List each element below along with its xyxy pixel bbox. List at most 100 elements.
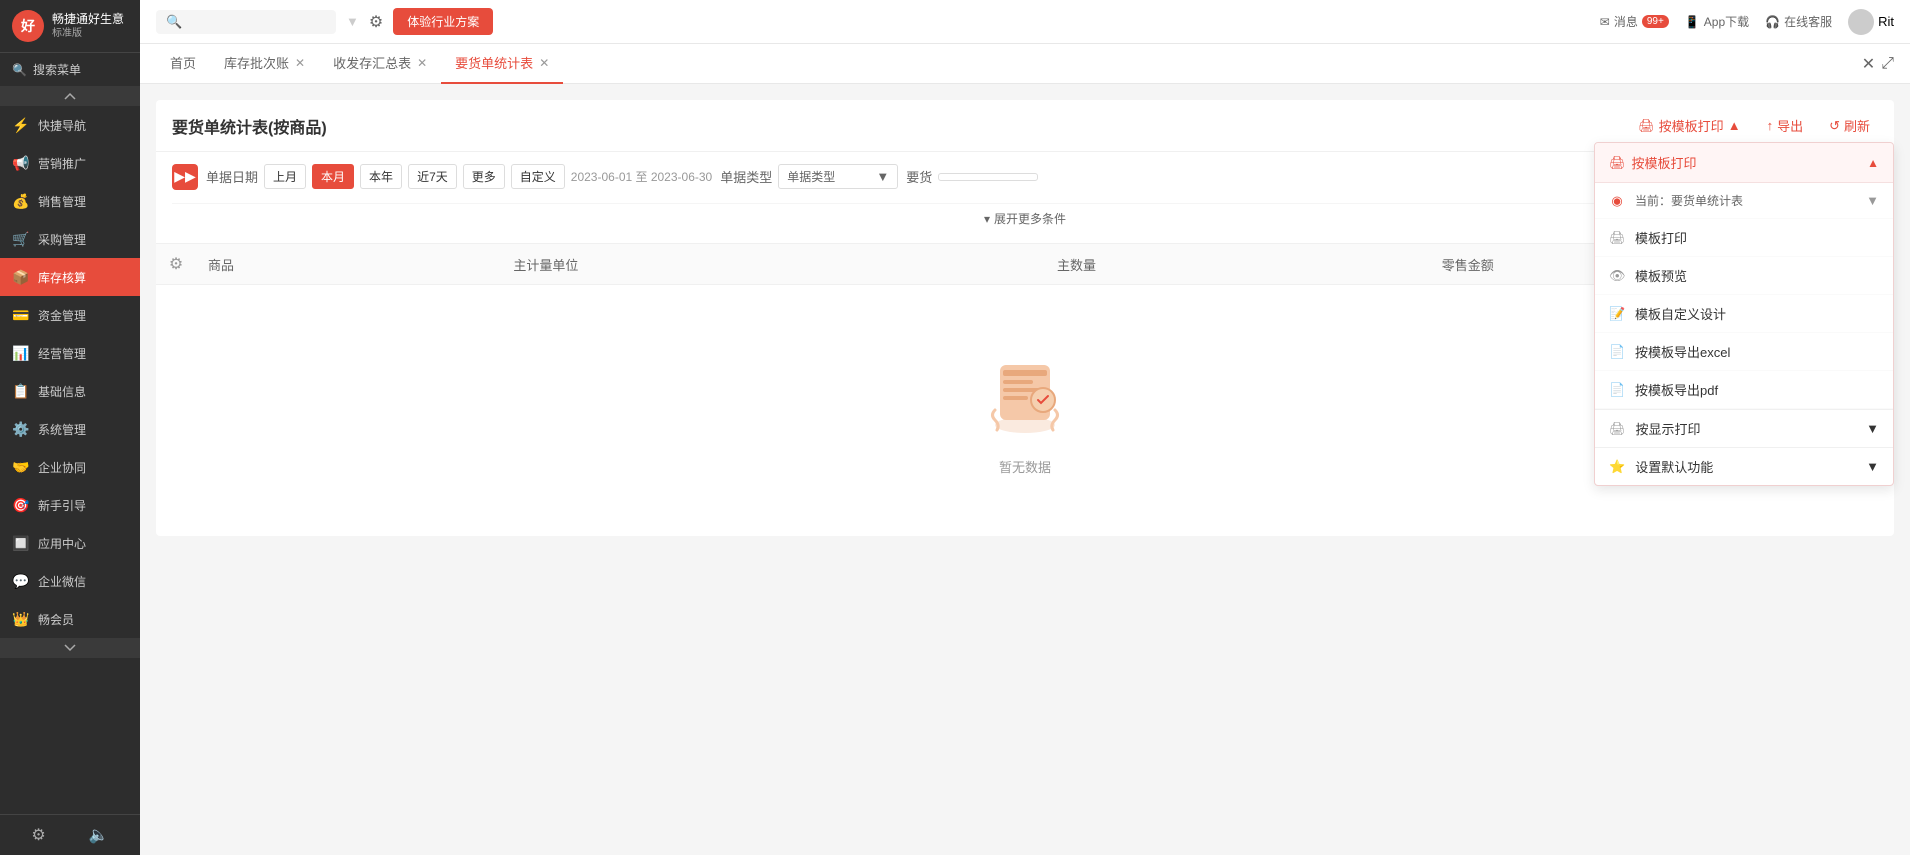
nav-label-system: 系统管理	[38, 421, 86, 438]
sidebar-item-inventory[interactable]: 📦 库存核算	[0, 258, 140, 296]
sidebar-item-app-center[interactable]: 🔲 应用中心	[0, 524, 140, 562]
refresh-icon: ↺	[1829, 118, 1840, 134]
tab-batch-account-close[interactable]: ✕	[295, 56, 305, 70]
sidebar-item-finance[interactable]: 💳 资金管理	[0, 296, 140, 334]
sidebar-item-marketing[interactable]: 📢 营销推广	[0, 144, 140, 182]
main-content: 🔍 ▼ ⚙ 体验行业方案 ✉ 消息 99+ 📱 App下载 🎧 在线客服 Rit	[140, 0, 1910, 855]
nav-label-wechat: 企业微信	[38, 573, 86, 590]
sidebar-item-quick-nav[interactable]: ⚡ 快捷导航	[0, 106, 140, 144]
tab-order-stats[interactable]: 要货单统计表 ✕	[441, 44, 563, 84]
dropdown-item-export-pdf[interactable]: 📄 按模板导出pdf	[1595, 371, 1893, 409]
topbar-right: ✉ 消息 99+ 📱 App下载 🎧 在线客服 Rit	[1600, 9, 1894, 35]
date-this-year-btn[interactable]: 本年	[360, 164, 402, 189]
topbar-search-input[interactable]	[188, 15, 326, 29]
dropdown-item-export-excel[interactable]: 📄 按模板导出excel	[1595, 333, 1893, 371]
dropdown-template-print-icon: 🖨	[1609, 230, 1625, 246]
dropdown-item-template-preview[interactable]: 👁 模板预览	[1595, 257, 1893, 295]
purchase-icon: 🛒	[12, 230, 30, 248]
display-print-chevron: ▼	[1866, 421, 1879, 436]
topbar-gear-icon[interactable]: ⚙	[369, 12, 383, 32]
template-print-btn[interactable]: 🖨 按模板打印 ▲	[1630, 112, 1748, 139]
message-badge: 99+	[1642, 15, 1669, 28]
message-label: 消息	[1614, 13, 1638, 30]
sidebar-item-system[interactable]: ⚙️ 系统管理	[0, 410, 140, 448]
sidebar-scroll-down[interactable]	[0, 638, 140, 658]
date-prev-month-btn[interactable]: 上月	[264, 164, 306, 189]
tab-order-stats-close[interactable]: ✕	[539, 56, 549, 70]
app-version: 标准版	[52, 27, 124, 40]
display-print-label: 按显示打印	[1636, 419, 1701, 438]
dropdown-item-template-print[interactable]: 🖨 模板打印	[1595, 219, 1893, 257]
app-download-btn[interactable]: 📱 App下载	[1685, 13, 1749, 30]
sidebar-nav: ⚡ 快捷导航 📢 营销推广 💰 销售管理 🛒 采购管理 📦 库存核算 💳 资金管…	[0, 86, 140, 814]
dropdown-item-template-design[interactable]: 📝 模板自定义设计	[1595, 295, 1893, 333]
sidebar-item-purchase[interactable]: 🛒 采购管理	[0, 220, 140, 258]
date-7days-btn[interactable]: 近7天	[408, 164, 457, 189]
topbar-search-box[interactable]: 🔍	[156, 10, 336, 34]
tab-batch-account[interactable]: 库存批次账 ✕	[210, 44, 319, 84]
online-service-btn[interactable]: 🎧 在线客服	[1765, 13, 1832, 30]
order-goods-input[interactable]	[938, 173, 1038, 181]
sales-icon: 💰	[12, 192, 30, 210]
sidebar-item-basic[interactable]: 📋 基础信息	[0, 372, 140, 410]
order-type-select[interactable]: 单据类型 ▼	[778, 164, 898, 189]
tab-fullscreen-btn[interactable]: ⤢	[1881, 54, 1894, 74]
nav-label-sales: 销售管理	[38, 193, 86, 210]
table-gear-icon[interactable]: ⚙	[169, 256, 183, 273]
tab-bar: 首页 库存批次账 ✕ 收发存汇总表 ✕ 要货单统计表 ✕ ✕ ⤢	[140, 44, 1910, 84]
display-print-icon: 🖨	[1609, 421, 1626, 437]
app-center-icon: 🔲	[12, 534, 30, 552]
export-btn[interactable]: ↑ 导出	[1759, 112, 1812, 139]
printer-icon: 🖨	[1638, 118, 1655, 134]
order-type-filter: 单据类型 单据类型 ▼	[720, 164, 898, 189]
date-this-month-btn[interactable]: 本月	[312, 164, 354, 189]
tab-receipts-summary-close[interactable]: ✕	[417, 56, 427, 70]
app-download-icon: 📱	[1685, 15, 1700, 29]
sidebar-item-member[interactable]: 👑 畅会员	[0, 600, 140, 638]
basic-icon: 📋	[12, 382, 30, 400]
sidebar-item-sales[interactable]: 💰 销售管理	[0, 182, 140, 220]
nav-label-guide: 新手引导	[38, 497, 86, 514]
online-service-icon: 🎧	[1765, 15, 1780, 29]
dropdown-template-print-label: 模板打印	[1635, 228, 1687, 247]
nav-label-member: 畅会员	[38, 611, 74, 628]
sidebar-search[interactable]: 🔍 搜索菜单	[0, 53, 140, 86]
page-title: 要货单统计表(按商品)	[172, 114, 327, 138]
operations-icon: 📊	[12, 344, 30, 362]
dropdown-section-display-print[interactable]: 🖨 按显示打印 ▼	[1595, 409, 1893, 447]
date-more-btn[interactable]: 更多	[463, 164, 505, 189]
current-label: 当前：要货单统计表	[1635, 192, 1743, 209]
nav-label-basic: 基础信息	[38, 383, 86, 400]
sidebar-item-guide[interactable]: 🎯 新手引导	[0, 486, 140, 524]
system-icon: ⚙️	[12, 420, 30, 438]
sidebar-item-wechat[interactable]: 💬 企业微信	[0, 562, 140, 600]
message-btn[interactable]: ✉ 消息 99+	[1600, 13, 1669, 30]
sidebar-item-operations[interactable]: 📊 经营管理	[0, 334, 140, 372]
tab-home-label: 首页	[170, 53, 196, 72]
filter-toggle-btn[interactable]: ▶▶	[172, 164, 198, 190]
sidebar-scroll-up[interactable]	[0, 86, 140, 106]
refresh-btn[interactable]: ↺ 刷新	[1821, 112, 1878, 139]
trial-btn[interactable]: 体验行业方案	[393, 8, 493, 35]
finance-icon: 💳	[12, 306, 30, 324]
sidebar-item-collab[interactable]: 🤝 企业协同	[0, 448, 140, 486]
dropdown-export-pdf-icon: 📄	[1609, 382, 1625, 398]
mute-icon[interactable]: 🔈	[89, 825, 109, 845]
user-profile[interactable]: Rit	[1848, 9, 1894, 35]
tab-home[interactable]: 首页	[156, 44, 210, 84]
tab-receipts-summary[interactable]: 收发存汇总表 ✕	[319, 44, 441, 84]
settings-bottom-icon[interactable]: ⚙	[31, 825, 45, 845]
dropdown-export-excel-label: 按模板导出excel	[1635, 342, 1730, 361]
nav-label-collab: 企业协同	[38, 459, 86, 476]
dropdown-section-default-func[interactable]: ⭐ 设置默认功能 ▼	[1595, 447, 1893, 485]
date-custom-btn[interactable]: 自定义	[511, 164, 565, 189]
tab-close-all-btn[interactable]: ✕	[1862, 54, 1875, 74]
quick-nav-icon: ⚡	[12, 116, 30, 134]
date-filter-group: 单据日期 上月 本月 本年 近7天 更多 自定义 2023-06-01 至 20…	[206, 164, 712, 189]
nav-label-purchase: 采购管理	[38, 231, 86, 248]
app-name: 畅捷通好生意	[52, 12, 124, 28]
dropdown-collapse-btn[interactable]: ▲	[1867, 156, 1879, 170]
nav-label-marketing: 营销推广	[38, 155, 86, 172]
dropdown-current-template[interactable]: ◉ 当前：要货单统计表 ▼	[1595, 183, 1893, 219]
dropdown-export-excel-icon: 📄	[1609, 344, 1625, 360]
